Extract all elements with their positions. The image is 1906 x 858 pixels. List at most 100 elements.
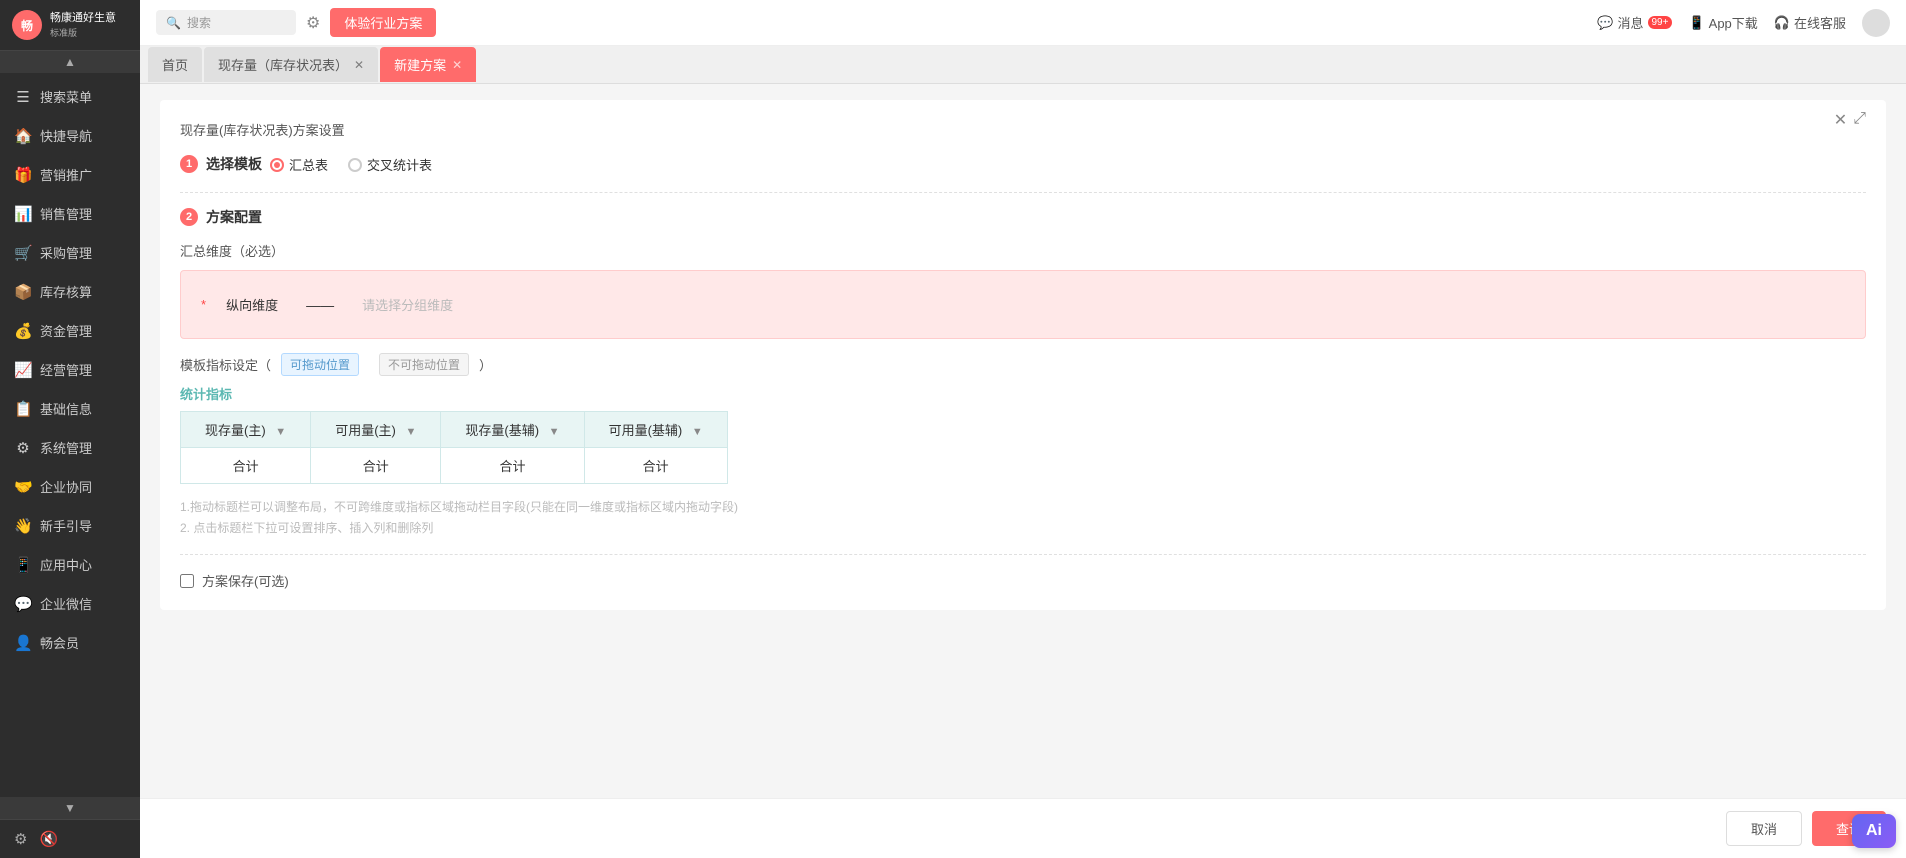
- non-draggable-tag: 不可拖动位置: [379, 353, 469, 376]
- vertical-dimension-label: 纵向维度: [226, 295, 278, 314]
- dimension-area[interactable]: * 纵向维度 —— 请选择分组维度: [180, 270, 1866, 339]
- expand-panel-icon[interactable]: ⤢: [1853, 110, 1866, 130]
- sidebar-scroll-down[interactable]: ▼: [0, 797, 140, 819]
- tab-new-plan-label: 新建方案: [394, 55, 446, 74]
- dimension-placeholder[interactable]: 请选择分组维度: [362, 295, 453, 314]
- radio-summary-dot: [270, 158, 284, 172]
- sidebar-item-marketing[interactable]: 🎁 营销推广: [0, 155, 140, 194]
- tab-inventory-close-icon[interactable]: ✕: [354, 58, 364, 72]
- col2-header-label: 可用量(主): [335, 423, 396, 438]
- gear-icon: ⚙: [14, 439, 32, 457]
- gift-icon: 🎁: [14, 166, 32, 184]
- sidebar-item-basic-info[interactable]: 📋 基础信息: [0, 389, 140, 428]
- sidebar-item-wechat[interactable]: 💬 企业微信: [0, 584, 140, 623]
- sound-icon[interactable]: 🔇: [39, 830, 58, 848]
- draggable-tag: 可拖动位置: [281, 353, 359, 376]
- sidebar-nav: ☰ 搜索菜单 🏠 快捷导航 🎁 营销推广 📊 销售管理 🛒 采购管理 📦 库存核…: [0, 73, 140, 797]
- tab-home[interactable]: 首页: [148, 47, 202, 82]
- settings-icon[interactable]: ⚙: [14, 830, 27, 848]
- template-radio-group: 汇总表 交叉统计表: [270, 155, 432, 174]
- trial-button[interactable]: 体验行业方案: [330, 8, 436, 37]
- sidebar-item-sales[interactable]: 📊 销售管理: [0, 194, 140, 233]
- radio-summary[interactable]: 汇总表: [270, 155, 328, 174]
- tab-new-plan-close-icon[interactable]: ✕: [452, 58, 462, 72]
- col3-dropdown-icon[interactable]: ▼: [549, 426, 560, 438]
- sidebar-item-finance[interactable]: 💰 资金管理: [0, 311, 140, 350]
- save-row: 方案保存(可选): [180, 571, 1866, 590]
- sidebar-item-label: 经营管理: [40, 360, 92, 379]
- divider-2: [180, 554, 1866, 555]
- sidebar-item-search-menu[interactable]: ☰ 搜索菜单: [0, 77, 140, 116]
- topbar-app-download[interactable]: 📱 App下载: [1688, 13, 1757, 32]
- ai-badge[interactable]: Ai: [1852, 814, 1896, 848]
- step1-badge: 1: [180, 155, 198, 173]
- stats-section: 统计指标 现存量(主) ▼ 可用量(主): [180, 384, 1866, 484]
- topbar-message[interactable]: 💬 消息 99+: [1597, 13, 1672, 32]
- config-section: 汇总维度（必选） * 纵向维度 —— 请选择分组维度 模板指标设定（ 可拖动位置…: [180, 241, 1866, 536]
- sidebar-item-system[interactable]: ⚙ 系统管理: [0, 428, 140, 467]
- cart-icon: 🛒: [14, 244, 32, 262]
- cancel-button[interactable]: 取消: [1726, 811, 1802, 846]
- sidebar-scroll-up[interactable]: ▲: [0, 51, 140, 73]
- col3-header[interactable]: 现存量(基辅) ▼: [441, 412, 584, 448]
- col4-dropdown-icon[interactable]: ▼: [692, 426, 703, 438]
- avatar[interactable]: [1862, 9, 1890, 37]
- close-panel-icon[interactable]: ✕: [1834, 110, 1847, 130]
- step2-header: 2 方案配置: [180, 207, 1866, 227]
- step2-badge: 2: [180, 208, 198, 226]
- step1-label: 选择模板: [206, 154, 262, 174]
- tab-inventory-status[interactable]: 现存量（库存状况表） ✕: [204, 47, 378, 82]
- phone-icon: 📱: [14, 556, 32, 574]
- step2-label: 方案配置: [206, 207, 262, 227]
- sidebar-item-label: 资金管理: [40, 321, 92, 340]
- sidebar: 畅 畅康通好生意 标准版 ▲ ☰ 搜索菜单 🏠 快捷导航 🎁 营销推广 📊 销售…: [0, 0, 140, 858]
- metrics-label-row: 模板指标设定（ 可拖动位置 不可拖动位置 ）: [180, 353, 1866, 376]
- sidebar-item-quick-nav[interactable]: 🏠 快捷导航: [0, 116, 140, 155]
- save-label: 方案保存(可选): [202, 571, 289, 590]
- col4-header[interactable]: 可用量(基辅) ▼: [584, 412, 727, 448]
- stats-label: 统计指标: [180, 384, 1866, 403]
- stats-table: 现存量(主) ▼ 可用量(主) ▼ 现存量(基辅): [180, 411, 728, 484]
- sidebar-item-member[interactable]: 👤 畅会员: [0, 623, 140, 662]
- sidebar-item-purchase[interactable]: 🛒 采购管理: [0, 233, 140, 272]
- sidebar-item-label: 企业微信: [40, 594, 92, 613]
- sidebar-item-label: 应用中心: [40, 555, 92, 574]
- topbar-gear-icon[interactable]: ⚙: [306, 13, 320, 33]
- online-service-label: 在线客服: [1794, 13, 1846, 32]
- message-label: 消息: [1617, 13, 1643, 32]
- content-inner: ✕ ⤢ 现存量(库存状况表)方案设置 1 选择模板 汇总表: [160, 100, 1886, 610]
- summary-dimension-label: 汇总维度（必选）: [180, 241, 1866, 260]
- step2-section: 2 方案配置 汇总维度（必选） * 纵向维度 —— 请选择分组维度 模板指标设定…: [180, 207, 1866, 536]
- sidebar-item-label: 畅会员: [40, 633, 79, 652]
- tips-section: 1.拖动标题栏可以调整布局，不可跨维度或指标区域拖动栏目字段(只能在同一维度或指…: [180, 498, 1866, 536]
- col2-header[interactable]: 可用量(主) ▼: [311, 412, 441, 448]
- chat-icon: 💬: [14, 595, 32, 613]
- topbar-search[interactable]: 🔍 搜索: [156, 10, 296, 35]
- sidebar-item-operations[interactable]: 📈 经营管理: [0, 350, 140, 389]
- col2-dropdown-icon[interactable]: ▼: [405, 426, 416, 438]
- sidebar-bottom: ⚙ 🔇: [0, 819, 140, 858]
- topbar-online-service[interactable]: 🎧 在线客服: [1774, 13, 1846, 32]
- sidebar-item-inventory[interactable]: 📦 库存核算: [0, 272, 140, 311]
- message-icon: 💬: [1597, 15, 1613, 31]
- save-checkbox[interactable]: [180, 574, 194, 588]
- radio-cross-dot: [348, 158, 362, 172]
- sidebar-item-guide[interactable]: 👋 新手引导: [0, 506, 140, 545]
- col1-header[interactable]: 现存量(主) ▼: [181, 412, 311, 448]
- logo-icon: 畅: [12, 10, 42, 40]
- app-name: 畅康通好生意: [50, 11, 116, 25]
- phone-download-icon: 📱: [1688, 15, 1704, 31]
- sidebar-item-cooperation[interactable]: 🤝 企业协同: [0, 467, 140, 506]
- sidebar-item-app-center[interactable]: 📱 应用中心: [0, 545, 140, 584]
- col3-header-label: 现存量(基辅): [465, 423, 539, 438]
- radio-cross[interactable]: 交叉统计表: [348, 155, 432, 174]
- tip-1: 1.拖动标题栏可以调整布局，不可跨维度或指标区域拖动栏目字段(只能在同一维度或指…: [180, 498, 1866, 515]
- box-icon: 📦: [14, 283, 32, 301]
- sidebar-item-label: 搜索菜单: [40, 87, 92, 106]
- col1-dropdown-icon[interactable]: ▼: [275, 426, 286, 438]
- page-title: 现存量(库存状况表)方案设置: [180, 120, 1866, 139]
- step1-section: 1 选择模板 汇总表 交叉统计表: [180, 153, 1866, 174]
- col4-header-label: 可用量(基辅): [609, 423, 683, 438]
- sidebar-item-label: 新手引导: [40, 516, 92, 535]
- tab-new-plan[interactable]: 新建方案 ✕: [380, 47, 476, 82]
